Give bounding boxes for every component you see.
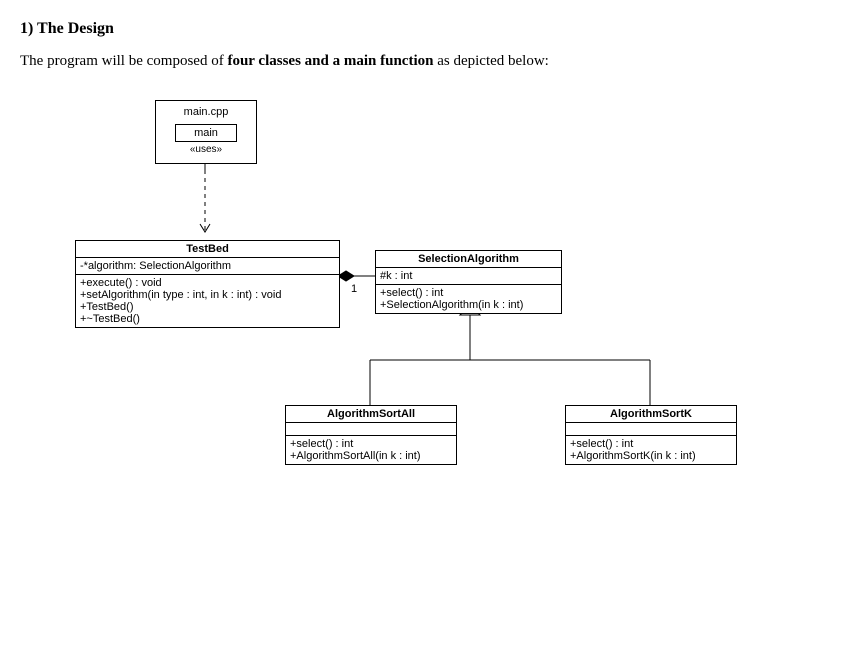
intro-post: as depicted below: [433, 53, 548, 69]
sortk-ops: +select() : int +AlgorithmSortK(in k : i… [566, 436, 736, 464]
sortall-title: AlgorithmSortAll [286, 406, 456, 423]
selalg-attrs: #k : int [376, 268, 561, 285]
main-cpp-title: main.cpp [156, 106, 256, 118]
testbed-op-dtor: +~TestBed() [80, 313, 335, 325]
class-main-cpp: main.cpp main «uses» [155, 100, 257, 164]
sortall-attrs [286, 423, 456, 436]
multiplicity-label: 1 [351, 283, 357, 295]
testbed-attr-algorithm: -*algorithm: SelectionAlgorithm [80, 260, 335, 272]
sortk-op-ctor: +AlgorithmSortK(in k : int) [570, 450, 732, 462]
selalg-op-ctor: +SelectionAlgorithm(in k : int) [380, 299, 557, 311]
testbed-op-ctor: +TestBed() [80, 301, 335, 313]
selalg-ops: +select() : int +SelectionAlgorithm(in k… [376, 285, 561, 313]
intro-text: The program will be composed of four cla… [20, 53, 831, 70]
testbed-op-execute: +execute() : void [80, 277, 335, 289]
selalg-attr-k: #k : int [380, 270, 557, 282]
sortall-op-ctor: +AlgorithmSortAll(in k : int) [290, 450, 452, 462]
class-testbed: TestBed -*algorithm: SelectionAlgorithm … [75, 240, 340, 328]
class-selectionalgorithm: SelectionAlgorithm #k : int +select() : … [375, 250, 562, 314]
main-func-box: main [175, 124, 237, 142]
sortk-op-select: +select() : int [570, 438, 732, 450]
selalg-op-select: +select() : int [380, 287, 557, 299]
class-algorithmsortk: AlgorithmSortK +select() : int +Algorith… [565, 405, 737, 465]
intro-pre: The program will be composed of [20, 53, 227, 69]
testbed-attrs: -*algorithm: SelectionAlgorithm [76, 258, 339, 275]
sortk-attrs [566, 423, 736, 436]
intro-bold: four classes and a main function [227, 53, 433, 69]
testbed-op-setalgorithm: +setAlgorithm(in type : int, in k : int)… [80, 289, 335, 301]
sortall-ops: +select() : int +AlgorithmSortAll(in k :… [286, 436, 456, 464]
sortall-op-select: +select() : int [290, 438, 452, 450]
uses-stereotype: «uses» [156, 144, 256, 155]
sortk-title: AlgorithmSortK [566, 406, 736, 423]
section-heading: 1) The Design [20, 20, 831, 38]
testbed-title: TestBed [76, 241, 339, 258]
testbed-ops: +execute() : void +setAlgorithm(in type … [76, 275, 339, 327]
selalg-title: SelectionAlgorithm [376, 251, 561, 268]
uml-diagram: main.cpp main «uses» TestBed -*algorithm… [40, 100, 790, 550]
class-algorithmsortall: AlgorithmSortAll +select() : int +Algori… [285, 405, 457, 465]
